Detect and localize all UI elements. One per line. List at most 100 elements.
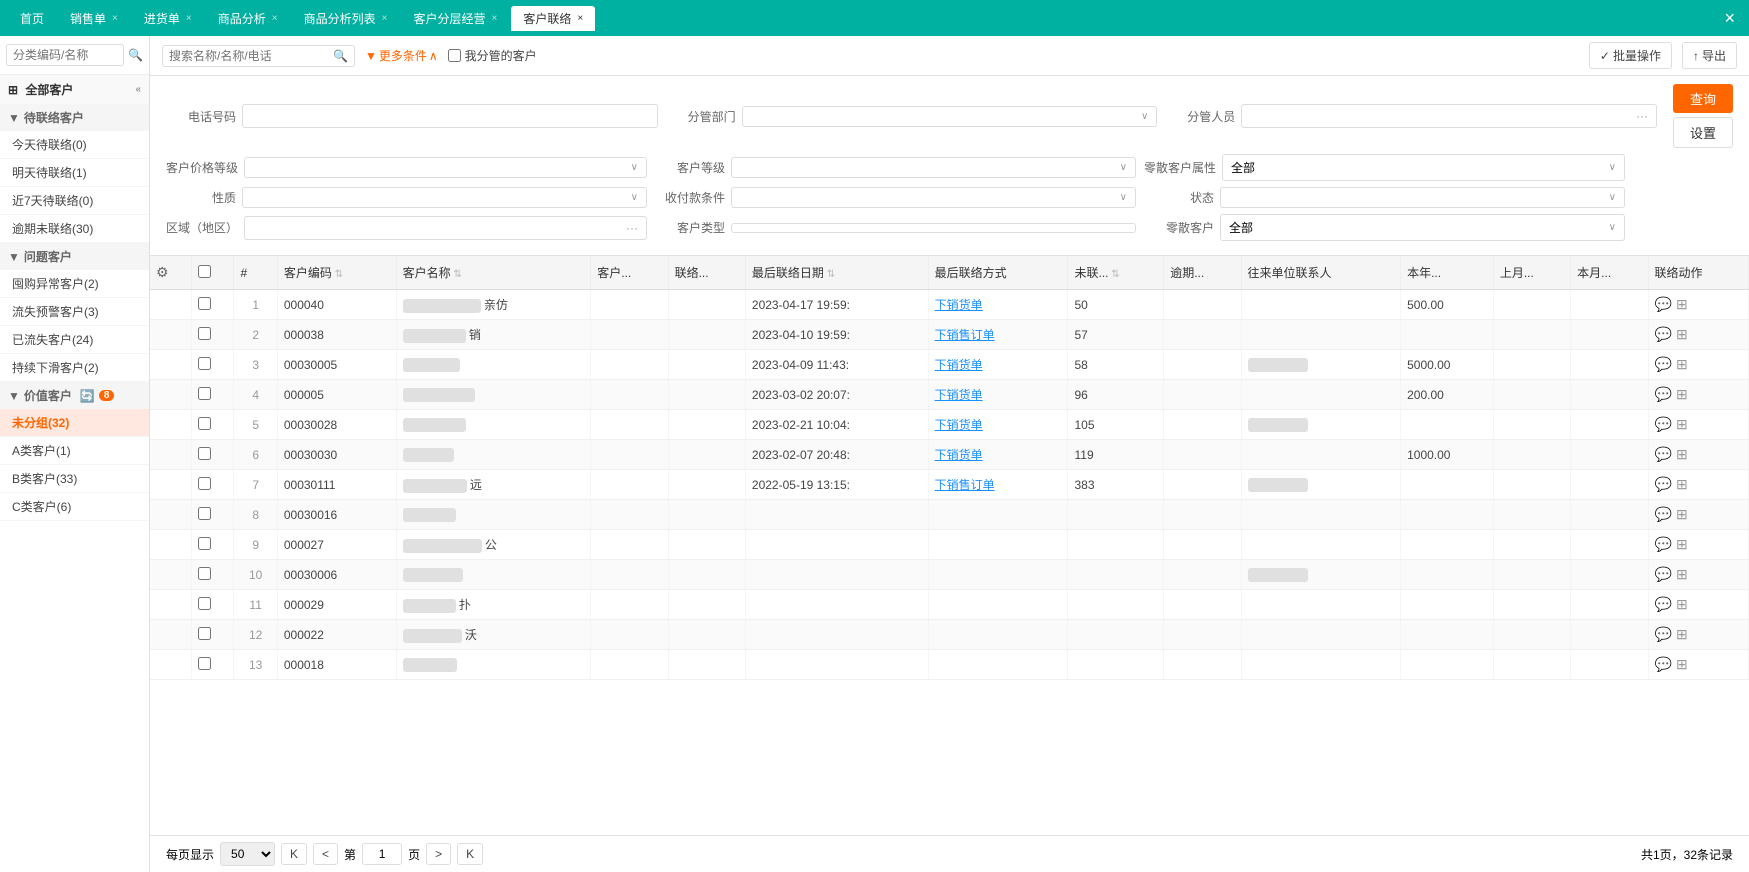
my-customers-filter[interactable]: 我分管的客户 [448,47,537,64]
td-last-type[interactable]: 下销售订单 [928,470,1068,500]
last-type-link[interactable]: 下销货单 [935,448,983,462]
close-analysis-tab[interactable]: × [272,13,278,24]
td-checkbox[interactable] [191,560,234,590]
last-type-link[interactable]: 下销货单 [935,298,983,312]
td-last-type[interactable] [928,500,1068,530]
th-this-year[interactable]: 本年... [1401,256,1494,290]
th-code[interactable]: 客户编码 [277,256,396,290]
region-select[interactable]: ··· [244,216,647,240]
chat-icon[interactable]: 💬 [1655,626,1672,643]
td-last-type[interactable] [928,530,1068,560]
customer-type-select[interactable] [731,223,1136,233]
last-type-link[interactable]: 下销售订单 [935,328,995,342]
first-page-btn[interactable]: K [281,843,307,865]
th-last-month[interactable]: 上月... [1493,256,1570,290]
retail-select[interactable]: 全部 ∨ [1220,214,1625,241]
sidebar-item-ungroup[interactable]: 未分组(32) [0,409,149,437]
td-checkbox[interactable] [191,410,234,440]
td-last-type[interactable]: 下销货单 [928,440,1068,470]
tab-customer-mgmt[interactable]: 客户分层经营 × [401,6,509,31]
th-last-date[interactable]: 最后联络日期 [745,256,928,290]
td-last-type[interactable] [928,590,1068,620]
per-page-select[interactable]: 50 100 200 [220,842,275,866]
customer-level-select[interactable]: ∨ [731,157,1136,178]
close-all-tabs[interactable]: × [1718,8,1741,29]
row-checkbox[interactable] [198,357,211,370]
next-page-btn[interactable]: > [426,843,451,865]
row-checkbox[interactable] [198,537,211,550]
close-sales-tab[interactable]: × [112,13,118,24]
td-checkbox[interactable] [191,530,234,560]
tab-customer-contact[interactable]: 客户联络 × [511,6,595,31]
td-checkbox[interactable] [191,590,234,620]
row-checkbox[interactable] [198,567,211,580]
sidebar-search-input[interactable] [6,44,124,66]
sidebar-item-declining[interactable]: 持续下滑客户(2) [0,354,149,382]
sidebar-item-class-a[interactable]: A类客户(1) [0,437,149,465]
dept-select[interactable]: ∨ [742,106,1158,127]
payment-select[interactable]: ∨ [731,187,1136,208]
grid-icon[interactable]: ⊞ [1676,626,1688,643]
chat-icon[interactable]: 💬 [1655,656,1672,673]
td-last-type[interactable]: 下销货单 [928,410,1068,440]
sidebar-item-tomorrow[interactable]: 明天待联络(1) [0,159,149,187]
tab-sales[interactable]: 销售单 × [58,6,130,31]
filter-search-icon[interactable]: 🔍 [333,49,348,63]
th-no-contact[interactable]: 未联... [1068,256,1164,290]
close-analysis-list-tab[interactable]: × [382,13,388,24]
row-checkbox[interactable] [198,417,211,430]
sidebar-item-class-c[interactable]: C类客户(6) [0,493,149,521]
th-last-type[interactable]: 最后联络方式 [928,256,1068,290]
sidebar-item-churned[interactable]: 已流失客户(24) [0,326,149,354]
th-name[interactable]: 客户名称 [396,256,591,290]
th-type[interactable]: 客户... [591,256,668,290]
th-this-month[interactable]: 本月... [1571,256,1648,290]
sidebar-item-churn-warning[interactable]: 流失预警客户(3) [0,298,149,326]
retail-attr-select[interactable]: 全部 ∨ [1222,154,1625,181]
row-checkbox[interactable] [198,447,211,460]
grid-icon[interactable]: ⊞ [1676,356,1688,373]
price-level-select[interactable]: ∨ [244,157,647,178]
last-page-btn[interactable]: K [457,843,483,865]
td-checkbox[interactable] [191,620,234,650]
grid-icon[interactable]: ⊞ [1676,296,1688,313]
tab-analysis[interactable]: 商品分析 × [206,6,290,31]
td-checkbox[interactable] [191,440,234,470]
row-checkbox[interactable] [198,597,211,610]
last-type-link[interactable]: 下销货单 [935,388,983,402]
grid-icon[interactable]: ⊞ [1676,536,1688,553]
filter-search-input[interactable] [169,49,329,63]
sidebar-item-7days[interactable]: 近7天待联络(0) [0,187,149,215]
nature-select[interactable]: ∨ [242,187,647,208]
th-overdue[interactable]: 逾期... [1164,256,1241,290]
row-checkbox[interactable] [198,387,211,400]
td-checkbox[interactable] [191,650,234,680]
person-select[interactable]: ··· [1241,104,1657,128]
chat-icon[interactable]: 💬 [1655,326,1672,343]
tab-home[interactable]: 首页 [8,6,56,31]
chat-icon[interactable]: 💬 [1655,416,1672,433]
chat-icon[interactable]: 💬 [1655,596,1672,613]
grid-icon[interactable]: ⊞ [1676,416,1688,433]
td-checkbox[interactable] [191,350,234,380]
batch-op-btn[interactable]: ✓ 批量操作 [1589,42,1672,69]
td-last-type[interactable]: 下销货单 [928,350,1068,380]
reset-btn[interactable]: 设置 [1673,117,1733,148]
filter-more-btn[interactable]: ▼ 更多条件 ∧ [365,47,438,64]
td-last-type[interactable]: 下销售订单 [928,320,1068,350]
grid-icon[interactable]: ⊞ [1676,596,1688,613]
td-last-type[interactable]: 下销货单 [928,290,1068,320]
last-type-link[interactable]: 下销货单 [935,418,983,432]
tab-analysis-list[interactable]: 商品分析列表 × [292,6,400,31]
th-settings[interactable]: ⚙ [150,256,191,290]
chat-icon[interactable]: 💬 [1655,296,1672,313]
grid-icon[interactable]: ⊞ [1676,506,1688,523]
sidebar-item-abnormal[interactable]: 囤购异常客户(2) [0,270,149,298]
export-btn[interactable]: ↑ 导出 [1682,42,1737,69]
status-select[interactable]: ∨ [1220,187,1625,208]
row-checkbox[interactable] [198,657,211,670]
page-input[interactable] [362,843,402,865]
close-customer-contact-tab[interactable]: × [577,13,583,24]
sidebar-search-icon[interactable]: 🔍 [128,48,143,62]
td-last-type[interactable] [928,620,1068,650]
